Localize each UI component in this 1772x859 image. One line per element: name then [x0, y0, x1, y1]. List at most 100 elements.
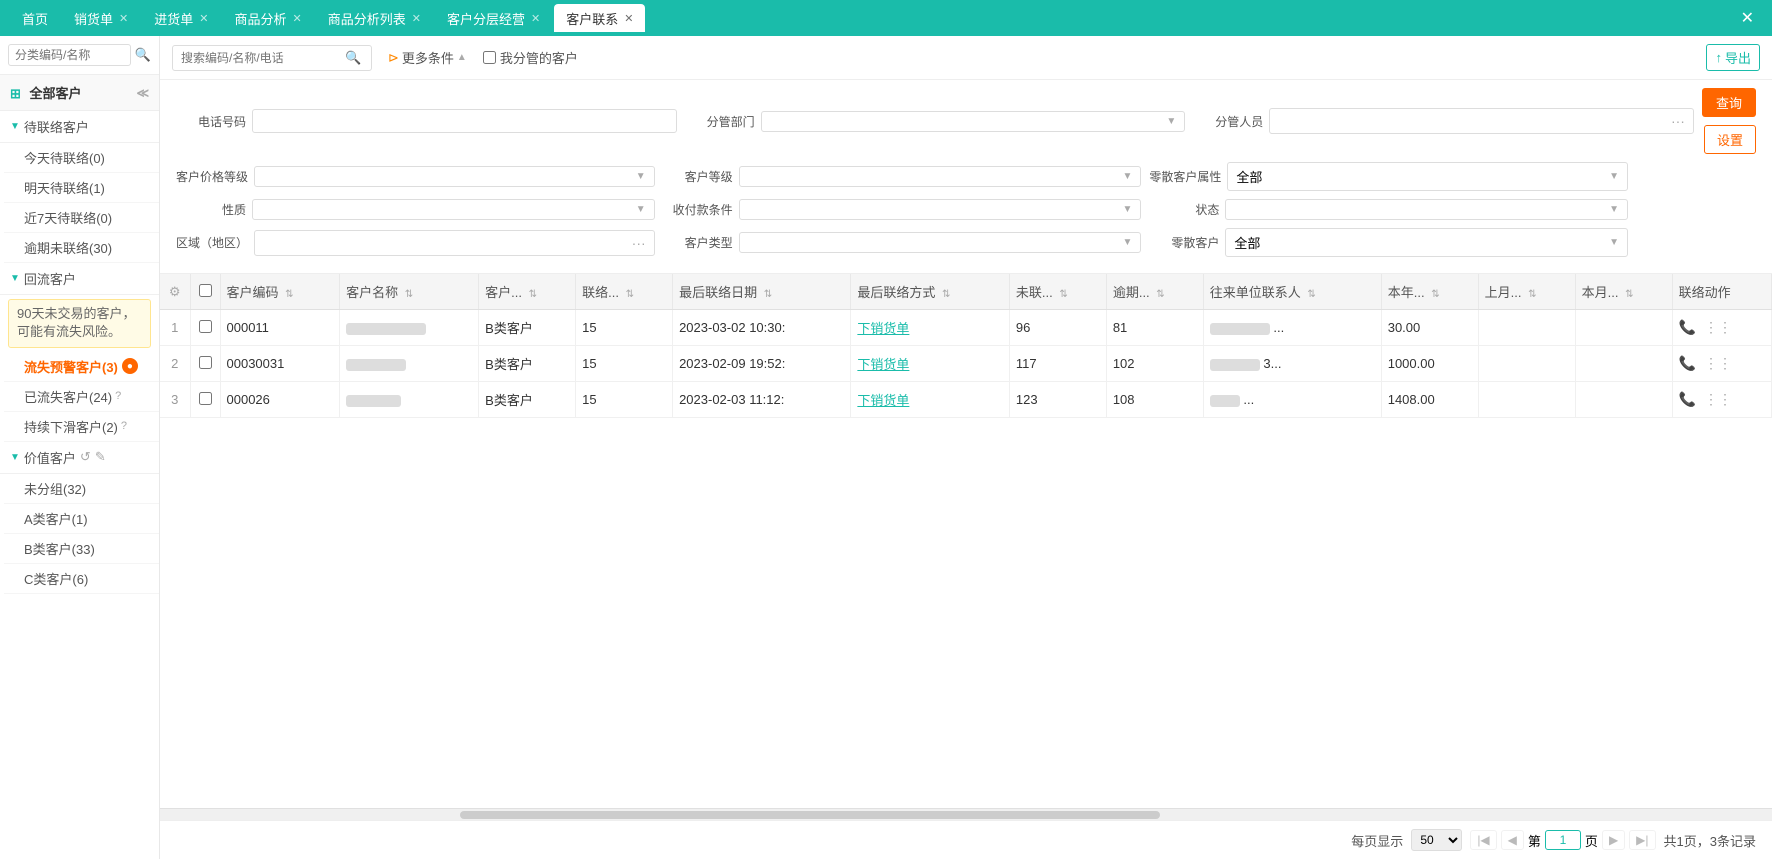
th-contact[interactable]: 联络... ⇅ [576, 274, 673, 310]
row-last-contact-way-link-2[interactable]: 下销货单 [857, 357, 909, 372]
tab-purchase[interactable]: 进货单 ✕ [142, 4, 220, 32]
my-customers-checkbox[interactable] [483, 51, 496, 64]
value-customers-refresh-icon[interactable]: ↺ [80, 449, 91, 465]
export-button[interactable]: ↑ 导出 [1706, 44, 1760, 71]
filter-customer-level-select[interactable]: ▼ [739, 166, 1142, 187]
tab-sales-close[interactable]: ✕ [119, 12, 128, 25]
row-1-checkbox[interactable] [199, 320, 212, 333]
select-all-checkbox[interactable] [199, 284, 212, 297]
all-customers-title[interactable]: ⊞ 全部客户 ≪ [0, 75, 159, 111]
th-customer-type[interactable]: 客户... ⇅ [479, 274, 576, 310]
row-2-checkbox[interactable] [199, 356, 212, 369]
filter-zero-sale-attr-select[interactable]: 全部 ▼ [1227, 162, 1628, 191]
filter-region-field: 区域（地区） ··· [176, 230, 655, 256]
action-more-icon-2[interactable]: ⋮⋮ [1704, 355, 1732, 372]
filter-zero-customer-label: 零散客户 [1149, 234, 1219, 251]
sidebar-item-class-b[interactable]: B类客户(33) [4, 534, 159, 564]
th-this-month[interactable]: 本月... ⇅ [1575, 274, 1672, 310]
th-unit-contact[interactable]: 往来单位联系人 ⇅ [1203, 274, 1381, 310]
more-conditions-button[interactable]: ⊳ 更多条件 ▲ [380, 44, 475, 71]
setting-button[interactable]: 设置 [1704, 125, 1756, 154]
filter-phone-field: 电话号码 [176, 109, 677, 133]
filter-payment-select[interactable]: ▼ [739, 199, 1142, 220]
row-last-contact-way-1[interactable]: 下销货单 [851, 310, 1010, 346]
tab-sales[interactable]: 销货单 ✕ [62, 4, 140, 32]
prev-page-button[interactable]: ◀ [1501, 830, 1524, 850]
value-customers-edit-icon[interactable]: ✎ [95, 449, 106, 465]
sidebar-item-tomorrow-pending[interactable]: 明天待联络(1) [4, 173, 159, 203]
first-page-button[interactable]: |◀ [1470, 830, 1496, 850]
row-unit-contact-blurred-2 [1210, 359, 1260, 371]
tab-customer-contact-close[interactable]: ✕ [624, 12, 633, 25]
tab-customer-tier[interactable]: 客户分层经营 ✕ [435, 4, 552, 32]
sidebar-item-class-a[interactable]: A类客户(1) [4, 504, 159, 534]
filter-gender-select[interactable]: ▼ [252, 199, 655, 220]
sidebar-item-today-pending[interactable]: 今天待联络(0) [4, 143, 159, 173]
th-this-year[interactable]: 本年... ⇅ [1381, 274, 1478, 310]
th-last-month[interactable]: 上月... ⇅ [1478, 274, 1575, 310]
row-last-contact-way-link-3[interactable]: 下销货单 [857, 393, 909, 408]
action-more-icon-3[interactable]: ⋮⋮ [1704, 391, 1732, 408]
tab-home[interactable]: 首页 [10, 4, 60, 32]
last-page-button[interactable]: ▶| [1629, 830, 1655, 850]
sidebar-item-week-pending[interactable]: 近7天待联络(0) [4, 203, 159, 233]
action-phone-icon-3[interactable]: 📞 [1679, 391, 1696, 408]
filter-search-icon[interactable]: 🔍 [345, 50, 361, 66]
row-last-contact-way-3[interactable]: 下销货单 [851, 382, 1010, 418]
row-3-checkbox[interactable] [199, 392, 212, 405]
action-phone-icon-1[interactable]: 📞 [1679, 319, 1696, 336]
sidebar-item-churn-warning[interactable]: 流失预警客户(3) ● [4, 352, 159, 382]
query-button[interactable]: 查询 [1702, 88, 1756, 117]
tab-goods-analysis-list-close[interactable]: ✕ [412, 12, 421, 25]
sidebar-search-input[interactable] [8, 44, 131, 66]
tab-customer-tier-close[interactable]: ✕ [531, 12, 540, 25]
sidebar-item-class-c[interactable]: C类客户(6) [4, 564, 159, 594]
filter-dept-select[interactable]: ▼ [761, 111, 1186, 132]
filter-customer-type-select[interactable]: ▼ [739, 232, 1142, 253]
filter-status-select[interactable]: ▼ [1225, 199, 1628, 220]
tab-goods-analysis[interactable]: 商品分析 ✕ [222, 4, 313, 32]
filter-price-level-select[interactable]: ▼ [254, 166, 655, 187]
sidebar-group-pending-contact[interactable]: ▼ 待联络客户 [0, 111, 159, 143]
th-no-contact[interactable]: 未联... ⇅ [1009, 274, 1106, 310]
sidebar-item-churned[interactable]: 已流失客户(24) ? [4, 382, 159, 412]
all-customers-label: 全部客户 [30, 86, 82, 101]
next-page-button[interactable]: ▶ [1602, 830, 1625, 850]
window-close-button[interactable]: ✕ [1733, 8, 1762, 28]
th-last-contact-date[interactable]: 最后联络日期 ⇅ [673, 274, 851, 310]
sidebar-item-declining[interactable]: 持续下滑客户(2) ? [4, 412, 159, 442]
sidebar-item-ungrouped[interactable]: 未分组(32) [4, 474, 159, 504]
per-page-select[interactable]: 50 100 200 [1411, 829, 1462, 851]
sidebar-group-lost-customers[interactable]: ▼ 回流客户 [0, 263, 159, 295]
tab-purchase-close[interactable]: ✕ [199, 12, 208, 25]
tab-goods-analysis-list[interactable]: 商品分析列表 ✕ [316, 4, 433, 32]
filter-person-select[interactable]: ··· [1269, 108, 1694, 134]
th-overdue[interactable]: 逾期... ⇅ [1106, 274, 1203, 310]
table-row: 3 000026 B类客户 15 2023-02-03 11:12: 下销货单 [160, 382, 1772, 418]
sidebar-search-icon[interactable]: 🔍 [135, 47, 151, 63]
region-more-icon[interactable]: ··· [632, 235, 646, 251]
action-phone-icon-2[interactable]: 📞 [1679, 355, 1696, 372]
horizontal-scrollbar[interactable] [160, 808, 1772, 820]
current-page-input[interactable] [1545, 830, 1581, 850]
filter-phone-input[interactable] [252, 109, 677, 133]
tab-customer-contact[interactable]: 客户联系 ✕ [554, 4, 645, 32]
action-more-icon-1[interactable]: ⋮⋮ [1704, 319, 1732, 336]
my-customers-checkbox-label[interactable]: 我分管的客户 [483, 48, 578, 67]
table-settings-icon[interactable]: ⚙ [169, 284, 181, 299]
scrollbar-thumb[interactable] [460, 811, 1160, 819]
th-last-contact-way[interactable]: 最后联络方式 ⇅ [851, 274, 1010, 310]
sidebar-item-overdue-pending[interactable]: 逾期未联络(30) [4, 233, 159, 263]
tab-goods-analysis-list-label: 商品分析列表 [328, 9, 406, 28]
sidebar-collapse-button[interactable]: ≪ [136, 86, 149, 100]
row-last-contact-way-2[interactable]: 下销货单 [851, 346, 1010, 382]
person-more-icon[interactable]: ··· [1671, 113, 1685, 129]
th-code[interactable]: 客户编码 ⇅ [220, 274, 340, 310]
filter-region-select[interactable]: ··· [254, 230, 655, 256]
filter-search-input[interactable] [181, 51, 341, 65]
filter-zero-customer-select[interactable]: 全部 ▼ [1225, 228, 1628, 257]
row-last-contact-way-link-1[interactable]: 下销货单 [857, 321, 909, 336]
sidebar-group-value-customers[interactable]: ▼ 价值客户 ↺ ✎ [0, 442, 159, 474]
tab-goods-analysis-close[interactable]: ✕ [293, 12, 302, 25]
th-name[interactable]: 客户名称 ⇅ [340, 274, 479, 310]
